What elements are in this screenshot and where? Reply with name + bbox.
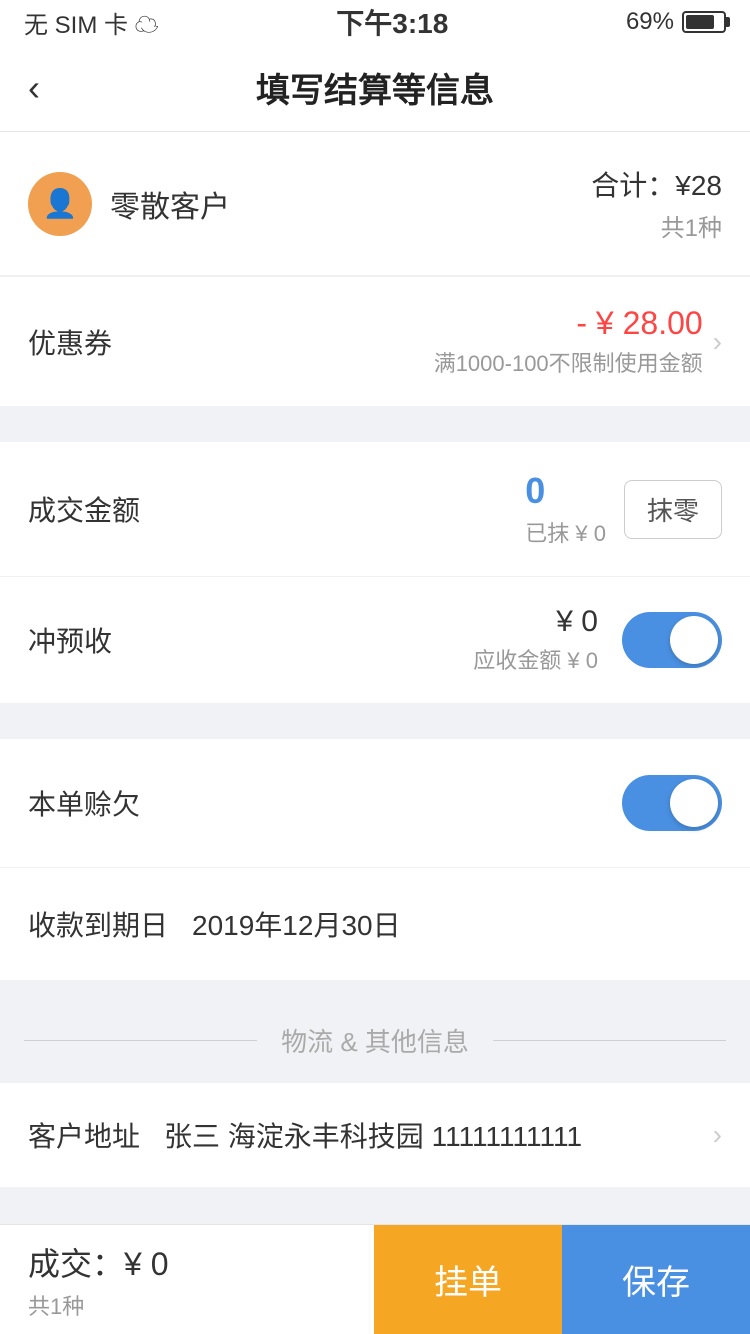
coupon-info: - ¥ 28.00 满1000-100不限制使用金额 <box>434 305 703 378</box>
round-zero-button[interactable]: 抹零 <box>624 480 722 539</box>
status-left: 无 SIM 卡 ☁ <box>24 5 159 40</box>
divider-1 <box>0 424 750 442</box>
status-bar: 无 SIM 卡 ☁ 下午3:18 69% <box>0 0 750 44</box>
customer-row: 👤 零散客户 合计：¥28 共1种 <box>0 132 750 276</box>
debt-label: 本单赊欠 <box>28 783 140 823</box>
save-button[interactable]: 保存 <box>562 1225 750 1334</box>
prepay-toggle[interactable] <box>622 612 722 668</box>
status-right: 69% <box>626 8 726 36</box>
battery-icon <box>682 11 726 33</box>
battery-percent: 69% <box>626 8 674 36</box>
due-date-value: 2019年12月30日 <box>192 904 401 944</box>
bottom-count: 共1种 <box>28 1289 346 1321</box>
due-date-label: 收款到期日 <box>28 904 168 944</box>
chevron-right-icon: › <box>713 326 722 358</box>
bottom-deal-label: 成交： <box>28 1246 124 1282</box>
coupon-row[interactable]: 优惠券 - ¥ 28.00 满1000-100不限制使用金额 › <box>0 276 750 406</box>
divider-2 <box>0 721 750 739</box>
total-count: 共1种 <box>591 208 722 243</box>
debt-toggle-knob <box>670 779 718 827</box>
deal-section: 成交金额 0 已抹 ¥ 0 抹零 冲预收 ¥ 0 应收金额 ¥ 0 <box>0 442 750 703</box>
bottom-deal-text: 成交：¥ 0 <box>28 1239 346 1285</box>
main-content: 👤 零散客户 合计：¥28 共1种 优惠券 - ¥ 28.00 满1000-10… <box>0 132 750 1325</box>
back-button[interactable]: ‹ <box>28 67 40 109</box>
logistics-label: 物流 & 其他信息 <box>281 1022 469 1059</box>
sim-label: 无 SIM 卡 ☁ <box>24 5 159 40</box>
toggle-knob <box>670 616 718 664</box>
deal-label: 成交金额 <box>28 489 140 529</box>
address-value: 张三 海淀永丰科技园 11111111111 <box>164 1115 713 1155</box>
deal-value: 0 <box>525 470 606 512</box>
prepay-row: 冲预收 ¥ 0 应收金额 ¥ 0 <box>0 577 750 703</box>
deal-row: 成交金额 0 已抹 ¥ 0 抹零 <box>0 442 750 577</box>
prepay-sub: 应收金额 ¥ 0 <box>473 643 598 675</box>
customer-name: 零散客户 <box>110 182 230 226</box>
address-chevron-icon: › <box>713 1119 722 1151</box>
bottom-deal-amount: ¥ 0 <box>124 1246 168 1282</box>
nav-bar: ‹ 填写结算等信息 <box>0 44 750 132</box>
coupon-label: 优惠券 <box>28 322 112 362</box>
customer-right: 合计：¥28 共1种 <box>591 164 722 243</box>
status-time: 下午3:18 <box>336 2 448 42</box>
address-label: 客户地址 <box>28 1115 140 1155</box>
deal-sub: 已抹 ¥ 0 <box>525 516 606 548</box>
due-date-row: 收款到期日 2019年12月30日 <box>0 868 750 980</box>
logistics-line-left <box>24 1040 257 1041</box>
coupon-right: - ¥ 28.00 满1000-100不限制使用金额 › <box>434 305 722 378</box>
prepay-amount: ¥ 0 <box>473 605 598 639</box>
logistics-line-right <box>493 1040 726 1041</box>
hold-button[interactable]: 挂单 <box>374 1225 562 1334</box>
customer-section: 👤 零散客户 合计：¥28 共1种 优惠券 - ¥ 28.00 满1000-10… <box>0 132 750 406</box>
address-section: 客户地址 张三 海淀永丰科技园 11111111111 › <box>0 1083 750 1187</box>
bottom-summary: 成交：¥ 0 共1种 <box>0 1239 374 1321</box>
debt-toggle[interactable] <box>622 775 722 831</box>
prepay-values: ¥ 0 应收金额 ¥ 0 <box>473 605 598 675</box>
deal-right: 0 已抹 ¥ 0 抹零 <box>525 470 722 548</box>
customer-left: 👤 零散客户 <box>28 172 230 236</box>
total-amount: 合计：¥28 <box>591 164 722 204</box>
coupon-desc: 满1000-100不限制使用金额 <box>434 346 703 378</box>
prepay-right: ¥ 0 应收金额 ¥ 0 <box>473 605 722 675</box>
address-row[interactable]: 客户地址 张三 海淀永丰科技园 11111111111 › <box>0 1083 750 1187</box>
avatar: 👤 <box>28 172 92 236</box>
page-title: 填写结算等信息 <box>256 63 494 112</box>
debt-row: 本单赊欠 <box>0 739 750 868</box>
bottom-bar: 成交：¥ 0 共1种 挂单 保存 <box>0 1224 750 1334</box>
debt-section: 本单赊欠 收款到期日 2019年12月30日 <box>0 739 750 980</box>
coupon-amount: - ¥ 28.00 <box>434 305 703 342</box>
avatar-char: 👤 <box>43 187 78 220</box>
prepay-label: 冲预收 <box>28 620 112 660</box>
logistics-divider: 物流 & 其他信息 <box>0 998 750 1083</box>
